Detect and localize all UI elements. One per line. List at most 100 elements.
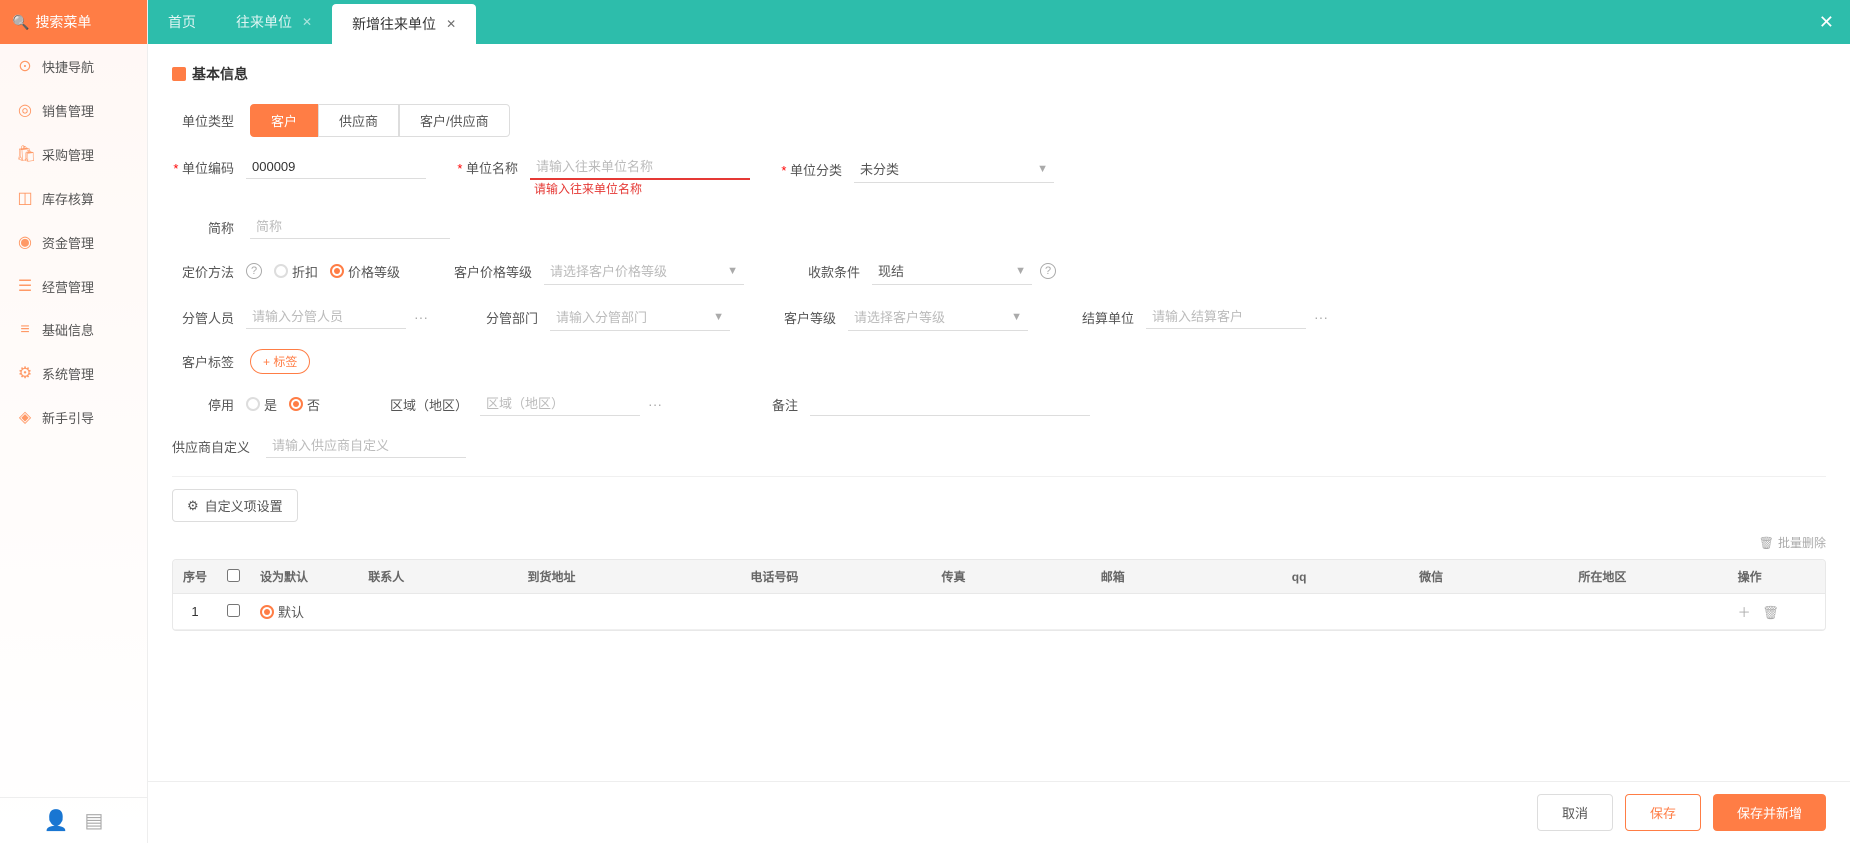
remark-input[interactable] — [810, 392, 1090, 416]
row-address[interactable] — [518, 594, 741, 630]
supplier-custom-input[interactable] — [266, 434, 466, 458]
settlement-unit-label: 结算单位 — [1072, 308, 1142, 327]
manager-more-icon[interactable]: ··· — [410, 309, 432, 325]
row-default: 默认 — [250, 594, 358, 630]
action-bar: 取消 保存 保存并新增 — [148, 781, 1850, 843]
sidebar-bars-icon[interactable]: ▤ — [85, 808, 104, 833]
payment-terms-select[interactable]: 现结 ▼ — [872, 257, 1032, 285]
disable-no-radio[interactable] — [289, 397, 303, 411]
row-phone[interactable] — [740, 594, 931, 630]
pricing-price-level-radio[interactable] — [330, 264, 344, 278]
batch-delete-bar: 🗑 批量删除 — [172, 534, 1826, 551]
pricing-discount-radio[interactable] — [274, 264, 288, 278]
row-email[interactable] — [1091, 594, 1282, 630]
sidebar-item-finance[interactable]: ◉ 资金管理 — [0, 220, 147, 264]
unit-type-label: 单位类型 — [172, 111, 242, 130]
row-region[interactable] — [1568, 594, 1727, 630]
row-contact[interactable] — [358, 594, 517, 630]
save-button[interactable]: 保存 — [1625, 794, 1701, 831]
region-more-icon[interactable]: ··· — [644, 396, 666, 412]
payment-help-icon[interactable]: ? — [1040, 263, 1056, 279]
disable-yes-radio[interactable] — [246, 397, 260, 411]
department-group: 分管部门 请输入分管部门 ▼ — [476, 303, 730, 331]
sidebar-item-purchase[interactable]: 🛍 采购管理 — [0, 132, 147, 176]
tab-trade-unit[interactable]: 往来单位 ✕ — [216, 0, 332, 44]
search-menu[interactable]: 🔍 搜索菜单 — [0, 0, 147, 44]
cancel-button[interactable]: 取消 — [1537, 794, 1613, 831]
row-actions: ＋ 🗑 — [1728, 594, 1825, 630]
sidebar-item-quick-nav[interactable]: ⊙ 快捷导航 — [0, 44, 147, 88]
abbreviation-input[interactable] — [250, 215, 450, 239]
payment-chevron-icon: ▼ — [1015, 265, 1026, 277]
pricing-discount[interactable]: 折扣 — [274, 262, 318, 281]
pricing-price-level[interactable]: 价格等级 — [330, 262, 400, 281]
region-label: 区域（地区） — [390, 395, 476, 414]
unit-type-customer[interactable]: 客户 — [250, 104, 318, 137]
sidebar-item-basic-info[interactable]: ≡ 基础信息 — [0, 308, 147, 351]
sidebar-item-inventory[interactable]: ◫ 库存核算 — [0, 176, 147, 220]
tab-trade-unit-close[interactable]: ✕ — [302, 15, 312, 29]
sidebar-item-guide[interactable]: ◈ 新手引导 — [0, 395, 147, 439]
tab-new-trade-unit-close[interactable]: ✕ — [446, 17, 456, 31]
manager-input[interactable] — [246, 305, 406, 329]
col-contact: 联系人 — [358, 560, 517, 594]
disable-label: 停用 — [172, 395, 242, 414]
tab-home[interactable]: 首页 — [148, 0, 216, 44]
row-default-radio[interactable]: 默认 — [260, 602, 348, 621]
settlement-more-icon[interactable]: ··· — [1310, 309, 1332, 325]
sidebar-item-operations[interactable]: ☰ 经营管理 — [0, 264, 147, 308]
customer-price-level-select[interactable]: 请选择客户价格等级 ▼ — [544, 257, 744, 285]
custom-settings-button[interactable]: ⚙ 自定义项设置 — [172, 489, 298, 522]
region-group: 区域（地区） ··· — [390, 392, 666, 416]
settlement-unit-input[interactable] — [1146, 305, 1306, 329]
dept-chevron-icon: ▼ — [713, 311, 724, 323]
unit-code-group: 单位编码 — [172, 155, 426, 179]
default-radio-circle[interactable] — [260, 605, 274, 619]
batch-delete-button[interactable]: 🗑 批量删除 — [1759, 534, 1826, 551]
add-row-icon[interactable]: ＋ — [1738, 605, 1751, 620]
pricing-help-icon[interactable]: ? — [246, 263, 262, 279]
region-input[interactable] — [480, 392, 640, 416]
inventory-icon: ◫ — [16, 188, 34, 208]
customer-price-level-group: 客户价格等级 请选择客户价格等级 ▼ — [454, 257, 744, 285]
tab-bar: 首页 往来单位 ✕ 新增往来单位 ✕ ✕ — [148, 0, 1850, 44]
customer-level-select[interactable]: 请选择客户等级 ▼ — [848, 303, 1028, 331]
add-tag-button[interactable]: + 标签 — [250, 349, 310, 374]
delete-row-icon[interactable]: 🗑 — [1762, 605, 1779, 620]
sales-icon: ◎ — [16, 100, 34, 120]
row-qq[interactable] — [1282, 594, 1409, 630]
close-all-tabs[interactable]: ✕ — [1803, 0, 1850, 44]
customer-price-level-label: 客户价格等级 — [454, 262, 540, 281]
customer-level-label: 客户等级 — [774, 308, 844, 327]
supplier-custom-row: 供应商自定义 — [172, 434, 1826, 458]
unit-code-input[interactable] — [246, 155, 426, 179]
sidebar-user-icon[interactable]: 👤 — [44, 808, 69, 833]
remark-label: 备注 — [736, 395, 806, 414]
col-seq: 序号 — [173, 560, 217, 594]
disable-no[interactable]: 否 — [289, 395, 320, 414]
disable-yes[interactable]: 是 — [246, 395, 277, 414]
unit-type-supplier[interactable]: 供应商 — [318, 104, 399, 137]
save-new-button[interactable]: 保存并新增 — [1713, 794, 1826, 831]
disable-group: 停用 是 否 — [172, 395, 320, 414]
table-header-row: 序号 设为默认 联系人 到货地址 电话号码 传真 邮箱 qq 微信 所在地区 操… — [173, 560, 1825, 594]
guide-icon: ◈ — [16, 407, 34, 427]
abbreviation-label: 简称 — [172, 218, 242, 237]
sidebar-item-system[interactable]: ⚙ 系统管理 — [0, 351, 147, 395]
sidebar-item-sales[interactable]: ◎ 销售管理 — [0, 88, 147, 132]
unit-name-input[interactable] — [530, 155, 750, 180]
row-wechat[interactable] — [1409, 594, 1568, 630]
row-seq: 1 — [173, 594, 217, 630]
col-fax: 传真 — [931, 560, 1090, 594]
row-fax[interactable] — [931, 594, 1090, 630]
sidebar: 🔍 搜索菜单 ⊙ 快捷导航 ◎ 销售管理 🛍 采购管理 ◫ 库存核算 ◉ 资金管… — [0, 0, 148, 843]
price-level-chevron-icon: ▼ — [727, 265, 738, 277]
col-default: 设为默认 — [250, 560, 358, 594]
unit-category-select[interactable]: 未分类 ▼ — [854, 155, 1054, 183]
unit-type-both[interactable]: 客户/供应商 — [399, 104, 510, 137]
select-all-checkbox[interactable] — [227, 569, 240, 582]
tab-new-trade-unit[interactable]: 新增往来单位 ✕ — [332, 4, 476, 44]
department-select[interactable]: 请输入分管部门 ▼ — [550, 303, 730, 331]
row-select-checkbox[interactable] — [227, 604, 240, 617]
payment-terms-group: 收款条件 现结 ▼ ? — [798, 257, 1056, 285]
